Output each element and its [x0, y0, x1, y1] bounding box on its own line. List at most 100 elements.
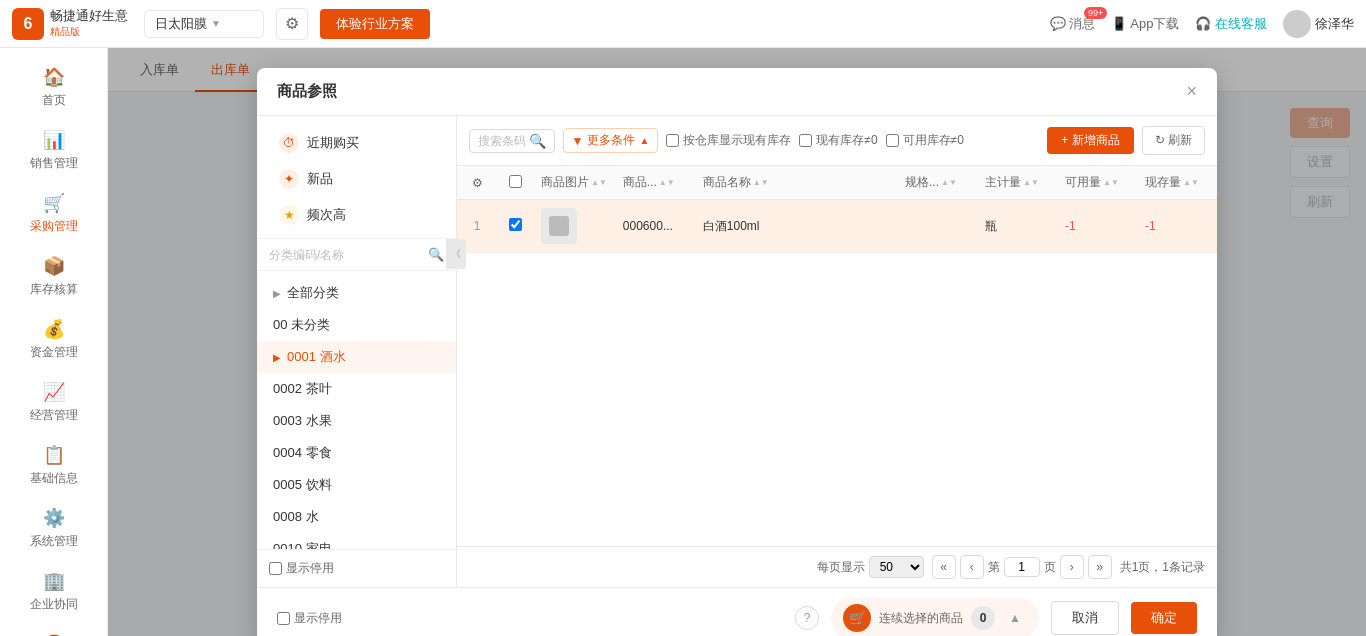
cart-icon: 🛒 [843, 604, 871, 632]
current-stock-filter-label[interactable]: 现有库存≠0 [799, 132, 877, 149]
col-settings[interactable]: ⚙ [457, 166, 497, 200]
current-stock-filter-checkbox[interactable] [799, 134, 812, 147]
show-disabled-checkbox[interactable] [269, 562, 282, 575]
col-unit-sort-icon[interactable]: ▲▼ [1023, 178, 1039, 187]
col-available-sort-icon[interactable]: ▲▼ [1103, 178, 1119, 187]
page-size-label: 每页显示 [817, 559, 865, 576]
modal-body: ⏱ 近期购买 ✦ 新品 ★ 频次高 [257, 116, 1217, 587]
app-download-button[interactable]: 📱 App下载 [1111, 15, 1179, 33]
sidebar-label-enterprise: 企业协同 [30, 596, 78, 613]
category-0003[interactable]: 0003 水果 [257, 405, 456, 437]
store-selector[interactable]: 日太阳膜 ▼ [144, 10, 264, 38]
category-0002[interactable]: 0002 茶叶 [257, 373, 456, 405]
cart-count: 0 [971, 606, 995, 630]
settings-icon[interactable]: ⚙ [276, 8, 308, 40]
main-layout: 🏠 首页 📊 销售管理 🛒 采购管理 📦 库存核算 💰 资金管理 📈 经营管理 … [0, 48, 1366, 636]
col-name-sort-icon[interactable]: ▲▼ [753, 178, 769, 187]
online-service-button[interactable]: 🎧 在线客服 [1195, 15, 1267, 33]
messages-button[interactable]: 💬 消息 99+ [1050, 15, 1096, 33]
sidebar-item-system[interactable]: ⚙️ 系统管理 [0, 497, 107, 560]
cart-collapse-button[interactable]: ▲ [1003, 606, 1027, 630]
col-image-label: 商品图片 [541, 174, 589, 191]
table-header-row: ⚙ 商品图片 ▲▼ [457, 166, 1217, 200]
category-all[interactable]: ▶ 全部分类 [257, 277, 456, 309]
warehouse-filter-checkbox[interactable] [666, 134, 679, 147]
prev-page-button[interactable]: ‹ [960, 555, 984, 579]
product-search-input[interactable] [478, 134, 525, 148]
product-search-icon[interactable]: 🔍 [529, 133, 546, 149]
sidebar-item-enterprise[interactable]: 🏢 企业协同 [0, 560, 107, 623]
confirm-button[interactable]: 确定 [1131, 602, 1197, 634]
page-size-selector: 每页显示 50 20 100 [817, 556, 924, 578]
warehouse-filter-label[interactable]: 按仓库显示现有库存 [666, 132, 791, 149]
page-size-select[interactable]: 50 20 100 [869, 556, 924, 578]
select-all-checkbox[interactable] [509, 175, 522, 188]
sidebar-item-basic-info[interactable]: 📋 基础信息 [0, 434, 107, 497]
sidebar-item-purchase[interactable]: 🛒 采购管理 [0, 182, 107, 245]
sidebar-label-system: 系统管理 [30, 533, 78, 550]
sidebar-item-operation[interactable]: 📈 经营管理 [0, 371, 107, 434]
quick-nav-frequent[interactable]: ★ 频次高 [269, 198, 444, 232]
row-checkbox-cell[interactable] [497, 200, 533, 253]
sidebar-label-purchase: 采购管理 [30, 218, 78, 235]
category-0001-expand-icon: ▶ [273, 352, 281, 363]
filter-arrow-icon: ▲ [639, 135, 649, 146]
table-row[interactable]: 1 000600... 白酒100ml [457, 200, 1217, 253]
category-0004[interactable]: 0004 零食 [257, 437, 456, 469]
available-stock-filter-checkbox[interactable] [886, 134, 899, 147]
footer-show-disabled-label[interactable]: 显示停用 [277, 610, 342, 627]
collapse-left-panel-button[interactable]: 《 [446, 239, 466, 269]
col-current-label: 现存量 [1145, 174, 1181, 191]
more-filter-button[interactable]: ▼ 更多条件 ▲ [563, 128, 659, 153]
footer-show-disabled-checkbox[interactable] [277, 612, 290, 625]
user-menu[interactable]: 徐泽华 [1283, 10, 1354, 38]
col-code: 商品... ▲▼ [615, 166, 695, 200]
sidebar-item-finance[interactable]: 💰 资金管理 [0, 308, 107, 371]
help-icon: ? [804, 611, 811, 625]
next-page-button[interactable]: › [1060, 555, 1084, 579]
row-checkbox[interactable] [509, 218, 522, 231]
first-page-button[interactable]: « [932, 555, 956, 579]
category-search-input[interactable] [269, 248, 424, 262]
help-button[interactable]: ? [795, 606, 819, 630]
col-code-label: 商品... [623, 174, 657, 191]
message-icon: 💬 [1050, 16, 1066, 31]
sidebar-label-sales: 销售管理 [30, 155, 78, 172]
sidebar-item-guide[interactable]: 🎯 新手引导 [0, 623, 107, 636]
category-0004-label: 0004 零食 [273, 444, 332, 462]
top-nav: 6 畅捷通好生意 精品版 日太阳膜 ▼ ⚙ 体验行业方案 💬 消息 99+ 📱 … [0, 0, 1366, 48]
quick-nav-new[interactable]: ✦ 新品 [269, 162, 444, 196]
col-code-sort-icon[interactable]: ▲▼ [659, 178, 675, 187]
cancel-button[interactable]: 取消 [1051, 601, 1119, 635]
col-spec-sort-icon[interactable]: ▲▼ [941, 178, 957, 187]
show-disabled-checkbox-label[interactable]: 显示停用 [269, 560, 334, 577]
sidebar-item-sales[interactable]: 📊 销售管理 [0, 119, 107, 182]
refresh-button[interactable]: ↻ 刷新 [1142, 126, 1205, 155]
current-stock-filter-label-text: 现有库存≠0 [816, 132, 877, 149]
category-0005[interactable]: 0005 饮料 [257, 469, 456, 501]
category-search-icon[interactable]: 🔍 [428, 247, 444, 262]
available-stock-filter-label[interactable]: 可用库存≠0 [886, 132, 964, 149]
sidebar-item-home[interactable]: 🏠 首页 [0, 56, 107, 119]
col-image-sort-icon[interactable]: ▲▼ [591, 178, 607, 187]
trial-button[interactable]: 体验行业方案 [320, 9, 430, 39]
row-name: 白酒100ml [695, 200, 897, 253]
category-00[interactable]: 00 未分类 [257, 309, 456, 341]
cart-selection-area: 🛒 连续选择的商品 0 ▲ [831, 598, 1039, 636]
category-0010[interactable]: 0010 家电 [257, 533, 456, 549]
category-0001[interactable]: ▶ 0001 酒水 [257, 341, 456, 373]
modal-right-panel: 🔍 ▼ 更多条件 ▲ 按仓库显示现有库存 [457, 116, 1217, 587]
current-page-input[interactable] [1004, 557, 1040, 577]
add-product-button[interactable]: + 新增商品 [1047, 127, 1133, 154]
row-current-qty: -1 [1137, 200, 1217, 253]
content-area: 入库单 出库单 查询 设置 刷新 商品参照 × [108, 48, 1366, 636]
page-navigation: « ‹ 第 页 › » [932, 555, 1112, 579]
modal-title: 商品参照 [277, 82, 337, 101]
quick-nav-recent[interactable]: ⏱ 近期购买 [269, 126, 444, 160]
sidebar-item-inventory[interactable]: 📦 库存核算 [0, 245, 107, 308]
last-page-button[interactable]: » [1088, 555, 1112, 579]
sidebar-label-finance: 资金管理 [30, 344, 78, 361]
category-0008[interactable]: 0008 水 [257, 501, 456, 533]
modal-close-button[interactable]: × [1186, 81, 1197, 102]
col-current-sort-icon[interactable]: ▲▼ [1183, 178, 1199, 187]
